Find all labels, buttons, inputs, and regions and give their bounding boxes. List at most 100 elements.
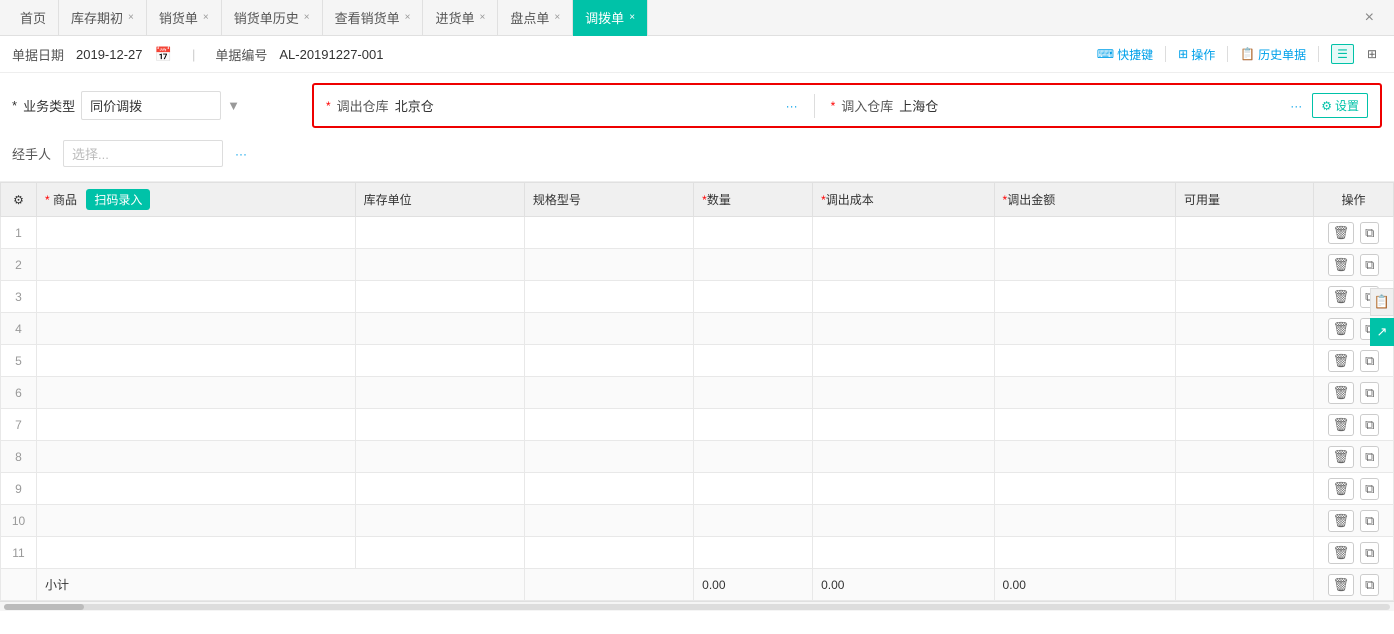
cell-spec[interactable] [524,313,693,345]
cell-cost[interactable] [813,377,994,409]
cell-product[interactable] [37,505,356,537]
cell-available[interactable] [1175,409,1313,441]
cell-product[interactable] [37,217,356,249]
tab-inventory-check[interactable]: 盘点单 × [498,0,573,36]
handler-more[interactable]: ··· [235,147,247,161]
window-close-button[interactable]: × [1353,0,1386,36]
cell-amount[interactable] [994,217,1175,249]
cell-amount[interactable] [994,409,1175,441]
cell-qty[interactable] [694,537,813,569]
cell-spec[interactable] [524,377,693,409]
copy-btn[interactable]: ⧉ [1360,350,1379,372]
cell-available[interactable] [1175,377,1313,409]
cell-available[interactable] [1175,345,1313,377]
warehouse-out-more[interactable]: ··· [786,99,798,113]
delete-btn[interactable]: 🗑 [1328,254,1355,276]
cell-qty[interactable] [694,441,813,473]
close-icon[interactable]: × [629,12,635,23]
tab-sales-history[interactable]: 销货单历史 × [222,0,323,36]
cell-available[interactable] [1175,281,1313,313]
warehouse-in-value[interactable]: 上海仓 [899,96,938,115]
cell-unit[interactable] [355,505,524,537]
cell-available[interactable] [1175,537,1313,569]
cell-cost[interactable] [813,281,994,313]
cell-qty[interactable] [694,217,813,249]
calendar-icon[interactable]: 📅 [155,46,172,63]
close-icon[interactable]: × [554,12,560,23]
cell-cost[interactable] [813,473,994,505]
dropdown-icon[interactable]: ▼ [227,98,240,113]
tab-transfer[interactable]: 调拨单 × [573,0,648,36]
cell-cost[interactable] [813,217,994,249]
delete-btn[interactable]: 🗑 [1328,414,1355,436]
copy-btn[interactable]: ⧉ [1360,542,1379,564]
cell-unit[interactable] [355,409,524,441]
delete-btn[interactable]: 🗑 [1328,382,1355,404]
cell-qty[interactable] [694,409,813,441]
scrollbar-thumb[interactable] [4,604,84,610]
delete-btn[interactable]: 🗑 [1328,510,1355,532]
delete-btn[interactable]: 🗑 [1328,478,1355,500]
cell-amount[interactable] [994,441,1175,473]
cell-unit[interactable] [355,537,524,569]
cell-available[interactable] [1175,313,1313,345]
cell-available[interactable] [1175,249,1313,281]
tab-view-sales[interactable]: 查看销货单 × [323,0,424,36]
cell-amount[interactable] [994,377,1175,409]
cell-product[interactable] [37,537,356,569]
copy-btn[interactable]: ⧉ [1360,414,1379,436]
cell-unit[interactable] [355,217,524,249]
cell-unit[interactable] [355,473,524,505]
close-icon[interactable]: × [405,12,411,23]
delete-btn[interactable]: 🗑 [1328,574,1355,596]
cell-product[interactable] [37,313,356,345]
copy-btn[interactable]: ⧉ [1360,222,1379,244]
cell-qty[interactable] [694,281,813,313]
cell-cost[interactable] [813,249,994,281]
close-icon[interactable]: × [128,12,134,23]
cell-unit[interactable] [355,249,524,281]
cell-qty[interactable] [694,377,813,409]
cell-unit[interactable] [355,441,524,473]
copy-btn[interactable]: ⧉ [1360,478,1379,500]
tab-home[interactable]: 首页 [8,0,59,36]
cell-spec[interactable] [524,473,693,505]
copy-btn[interactable]: ⧉ [1360,446,1379,468]
cell-unit[interactable] [355,377,524,409]
cell-product[interactable] [37,281,356,313]
warehouse-out-value[interactable]: 北京仓 [395,96,434,115]
cell-amount[interactable] [994,313,1175,345]
warehouse-in-more[interactable]: ··· [1290,99,1302,113]
close-icon[interactable]: × [479,12,485,23]
horizontal-scrollbar[interactable] [4,604,1390,610]
cell-product[interactable] [37,473,356,505]
cell-qty[interactable] [694,473,813,505]
cell-available[interactable] [1175,441,1313,473]
cell-cost[interactable] [813,505,994,537]
delete-btn[interactable]: 🗑 [1328,318,1355,340]
cell-amount[interactable] [994,249,1175,281]
cell-qty[interactable] [694,313,813,345]
cell-qty[interactable] [694,505,813,537]
action-btn[interactable]: ⊞ 操作 [1178,46,1215,63]
cell-qty[interactable] [694,249,813,281]
cell-unit[interactable] [355,345,524,377]
cell-available[interactable] [1175,505,1313,537]
business-type-value[interactable]: 同价调拨 [81,91,221,120]
layout-btn1[interactable]: ☰ [1331,44,1354,64]
cell-cost[interactable] [813,409,994,441]
cell-amount[interactable] [994,505,1175,537]
cell-unit[interactable] [355,313,524,345]
copy-btn[interactable]: ⧉ [1360,574,1379,596]
tab-sales-order[interactable]: 销货单 × [147,0,222,36]
cell-amount[interactable] [994,345,1175,377]
cell-cost[interactable] [813,537,994,569]
cell-product[interactable] [37,249,356,281]
delete-btn[interactable]: 🗑 [1328,350,1355,372]
cell-available[interactable] [1175,217,1313,249]
cell-spec[interactable] [524,281,693,313]
close-icon[interactable]: × [203,12,209,23]
cell-spec[interactable] [524,217,693,249]
cell-product[interactable] [37,441,356,473]
cell-unit[interactable] [355,281,524,313]
